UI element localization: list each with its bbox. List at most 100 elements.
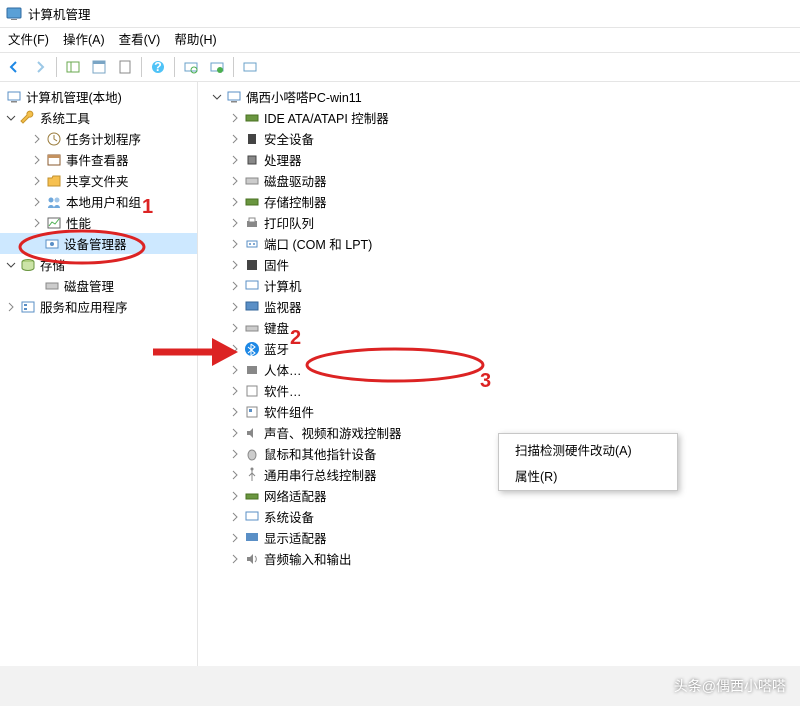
expander-icon[interactable] xyxy=(228,447,242,461)
expander-icon[interactable] xyxy=(228,384,242,398)
tree-node-device-manager[interactable]: 设备管理器 xyxy=(0,233,197,254)
expander-icon[interactable] xyxy=(228,195,242,209)
device-node-software-components[interactable]: 软件… xyxy=(198,380,800,401)
tree-node-computer-management[interactable]: 计算机管理(本地) xyxy=(0,86,197,107)
expander-icon[interactable] xyxy=(210,90,224,104)
expander-icon[interactable] xyxy=(30,132,44,146)
device-node-security[interactable]: 安全设备 xyxy=(198,128,800,149)
expander-icon[interactable] xyxy=(228,300,242,314)
forward-button[interactable] xyxy=(28,55,52,79)
tree-node-system-tools[interactable]: 系统工具 xyxy=(0,107,197,128)
menu-action[interactable]: 操作(A) xyxy=(57,29,111,51)
device-node-display[interactable]: 显示适配器 xyxy=(198,527,800,548)
sound-icon xyxy=(244,425,260,441)
expander-icon[interactable] xyxy=(30,216,44,230)
tree-label: 鼠标和其他指针设备 xyxy=(264,444,377,463)
tree-label: 键盘 xyxy=(264,318,289,337)
context-menu-scan-hardware[interactable]: 扫描检测硬件改动(A) xyxy=(499,436,677,462)
device-node-ide[interactable]: IDE ATA/ATAPI 控制器 xyxy=(198,107,800,128)
tree-node-services[interactable]: 服务和应用程序 xyxy=(0,296,197,317)
expander-icon[interactable] xyxy=(228,468,242,482)
expander-icon[interactable] xyxy=(228,216,242,230)
expander-icon[interactable] xyxy=(228,531,242,545)
tree-node-performance[interactable]: 性能 xyxy=(0,212,197,233)
ports-icon xyxy=(244,236,260,252)
printer-icon xyxy=(244,215,260,231)
tree-label: 系统工具 xyxy=(40,108,90,127)
expander-icon[interactable] xyxy=(228,342,242,356)
device-node-computer[interactable]: 计算机 xyxy=(198,275,800,296)
device-node-host[interactable]: 偶西小嗒嗒PC-win11 xyxy=(198,86,800,107)
expander-icon[interactable] xyxy=(228,552,242,566)
expander-icon[interactable] xyxy=(228,363,242,377)
tree-node-event-viewer[interactable]: 事件查看器 xyxy=(0,149,197,170)
uninstall-device-button[interactable] xyxy=(205,55,229,79)
device-node-bluetooth[interactable]: 蓝牙 xyxy=(198,338,800,359)
device-node-firmware[interactable]: 固件 xyxy=(198,254,800,275)
tree-label: 软件组件 xyxy=(264,402,314,421)
expander-icon[interactable] xyxy=(4,111,18,125)
tree-node-disk-management[interactable]: 磁盘管理 xyxy=(0,275,197,296)
menu-help[interactable]: 帮助(H) xyxy=(168,29,222,51)
device-properties-button[interactable] xyxy=(238,55,262,79)
back-button[interactable] xyxy=(2,55,26,79)
expander-icon[interactable] xyxy=(228,426,242,440)
expander-icon[interactable] xyxy=(228,258,242,272)
device-node-monitor[interactable]: 监视器 xyxy=(198,296,800,317)
expander-icon[interactable] xyxy=(228,153,242,167)
show-hide-console-tree-button[interactable] xyxy=(61,55,85,79)
device-node-keyboard[interactable]: 键盘 xyxy=(198,317,800,338)
device-node-disk-drives[interactable]: 磁盘驱动器 xyxy=(198,170,800,191)
tree-label: 监视器 xyxy=(264,297,302,316)
footer: 头条@偶西小嗒嗒 xyxy=(0,666,800,706)
keyboard-icon xyxy=(244,320,260,336)
expander-icon[interactable] xyxy=(30,174,44,188)
expander-icon[interactable] xyxy=(228,489,242,503)
expander-icon[interactable] xyxy=(228,510,242,524)
device-tree[interactable]: 偶西小嗒嗒PC-win11 IDE ATA/ATAPI 控制器 安全设备 处理器… xyxy=(198,82,800,666)
device-node-storage-ctrl[interactable]: 存储控制器 xyxy=(198,191,800,212)
export-list-button[interactable] xyxy=(113,55,137,79)
device-node-ports[interactable]: 端口 (COM 和 LPT) xyxy=(198,233,800,254)
separator xyxy=(233,57,234,77)
expander-icon[interactable] xyxy=(228,321,242,335)
expander-icon[interactable] xyxy=(30,195,44,209)
expander-icon[interactable] xyxy=(228,111,242,125)
tree-label: IDE ATA/ATAPI 控制器 xyxy=(264,108,389,127)
device-node-system-devices[interactable]: 系统设备 xyxy=(198,506,800,527)
device-node-software-devices[interactable]: 软件组件 xyxy=(198,401,800,422)
left-tree[interactable]: 计算机管理(本地) 系统工具 任务计划程序 事件查看器 共享文件夹 本地用户和组 xyxy=(0,82,198,666)
watermark-text: 头条@偶西小嗒嗒 xyxy=(674,676,786,696)
audio-icon xyxy=(244,551,260,567)
device-node-hid[interactable]: 人体… xyxy=(198,359,800,380)
wrench-icon xyxy=(20,110,36,126)
system-devices-icon xyxy=(244,509,260,525)
tree-label: 服务和应用程序 xyxy=(40,297,128,316)
help-button[interactable]: ? xyxy=(146,55,170,79)
expander-icon[interactable] xyxy=(4,258,18,272)
expander-icon[interactable] xyxy=(228,132,242,146)
tree-node-local-users[interactable]: 本地用户和组 xyxy=(0,191,197,212)
context-menu-properties[interactable]: 属性(R) xyxy=(499,462,677,488)
properties-button[interactable] xyxy=(87,55,111,79)
menu-view[interactable]: 查看(V) xyxy=(113,29,167,51)
tree-node-shared-folders[interactable]: 共享文件夹 xyxy=(0,170,197,191)
computer-icon xyxy=(226,89,242,105)
expander-icon[interactable] xyxy=(4,300,18,314)
expander-icon[interactable] xyxy=(228,405,242,419)
scan-hardware-button[interactable] xyxy=(179,55,203,79)
display-adapter-icon xyxy=(244,530,260,546)
device-node-cpu[interactable]: 处理器 xyxy=(198,149,800,170)
menu-item-label: 属性(R) xyxy=(515,466,557,485)
expander-icon[interactable] xyxy=(30,153,44,167)
expander-icon[interactable] xyxy=(228,237,242,251)
device-node-print-queue[interactable]: 打印队列 xyxy=(198,212,800,233)
body-panes: 计算机管理(本地) 系统工具 任务计划程序 事件查看器 共享文件夹 本地用户和组 xyxy=(0,82,800,666)
device-node-audio[interactable]: 音频输入和输出 xyxy=(198,548,800,569)
window-title: 计算机管理 xyxy=(28,4,91,23)
tree-node-storage[interactable]: 存储 xyxy=(0,254,197,275)
expander-icon[interactable] xyxy=(228,279,242,293)
expander-icon[interactable] xyxy=(228,174,242,188)
menu-file[interactable]: 文件(F) xyxy=(2,29,55,51)
tree-node-task-scheduler[interactable]: 任务计划程序 xyxy=(0,128,197,149)
